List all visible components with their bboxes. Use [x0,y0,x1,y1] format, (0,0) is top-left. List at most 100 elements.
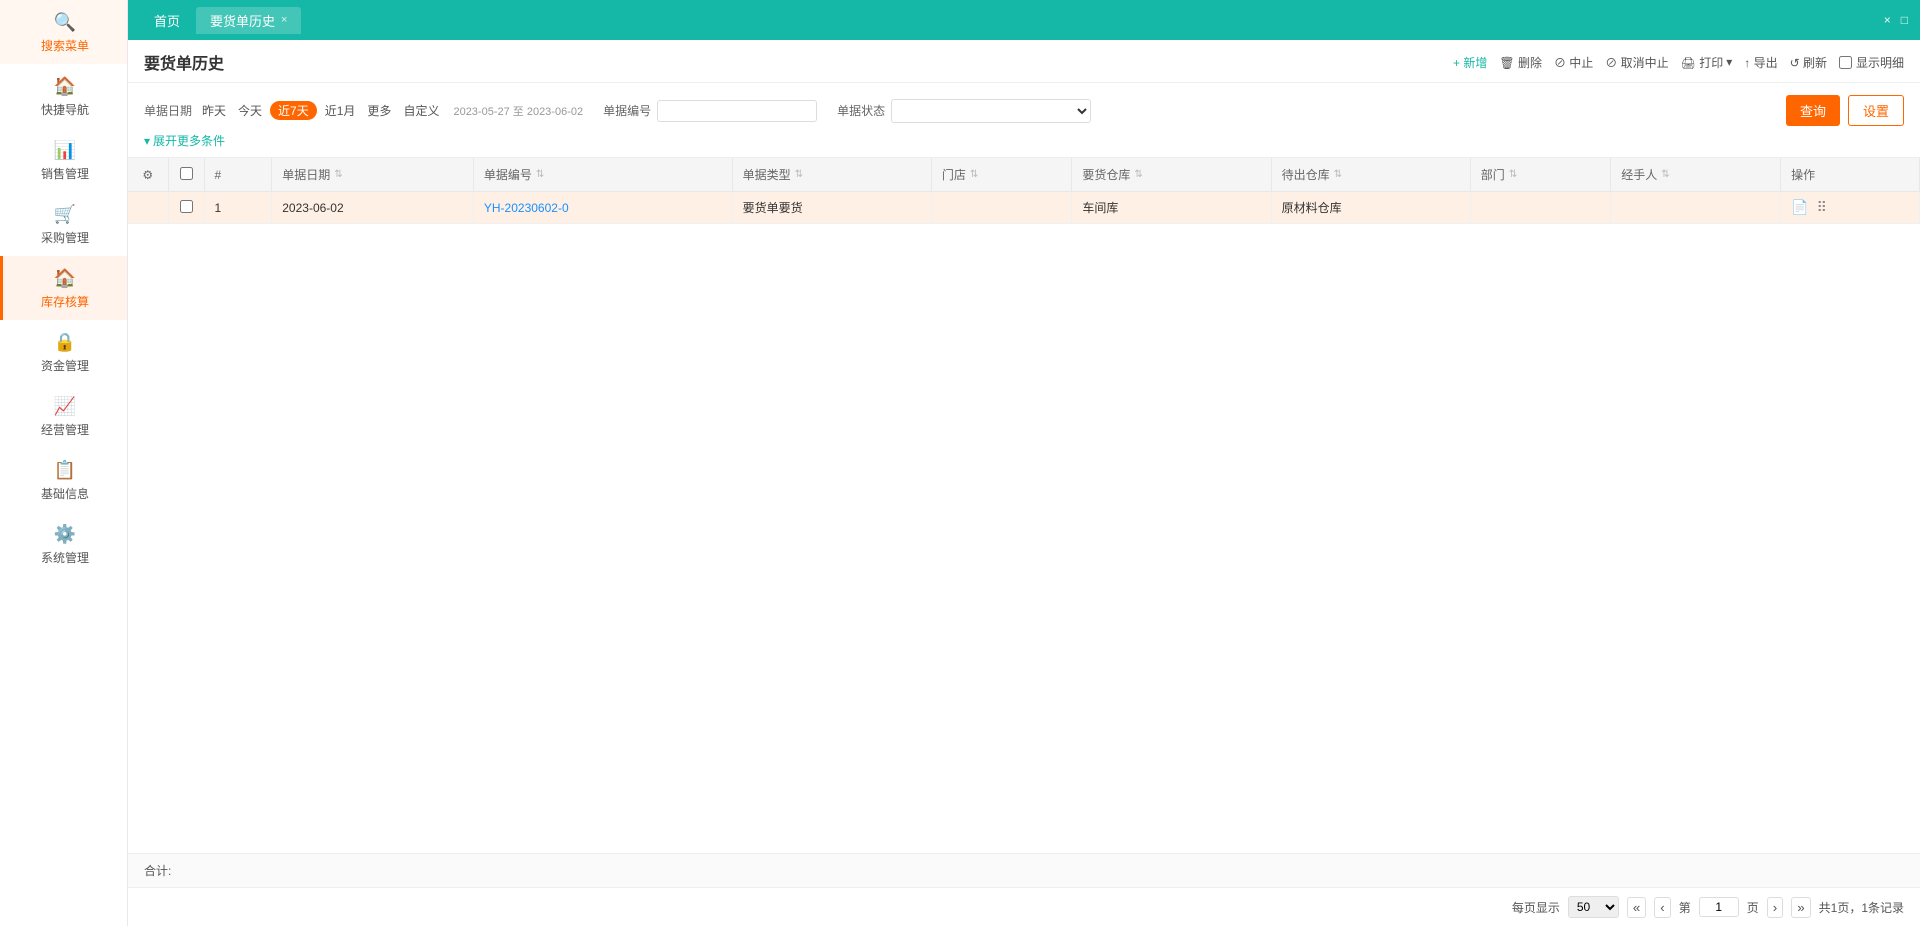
pending-wh-sort-icon[interactable]: ⇅ [1334,169,1342,180]
date-sort-icon[interactable]: ⇅ [334,169,342,180]
date-filter-label: 单据日期 [144,102,192,119]
row-handler [1611,192,1781,224]
sidebar-item-search[interactable]: 🔍 搜索菜单 [0,0,127,64]
date-tab-yesterday[interactable]: 昨天 [198,101,230,120]
table-area: ⚙ # 单据日期⇅ 单据编号⇅ 单据类型⇅ [128,158,1920,853]
row-doctype: 要货单要货 [732,192,931,224]
docno-sort-icon[interactable]: ⇅ [536,169,544,180]
doc-number-filter: 单据编号 [603,100,817,122]
main-area: 首页 要货单历史 × × □ 要货单历史 + 新增 🗑 删除 ⊘ 中止 [128,0,1920,926]
sidebar: 🔍 搜索菜单 🏠 快捷导航 📊 销售管理 🛒 采购管理 🏠 库存核算 🔒 资金管… [0,0,128,926]
doc-number-link[interactable]: YH-20230602-0 [484,201,569,215]
page-header: 要货单历史 + 新增 🗑 删除 ⊘ 中止 ⊘ 取消中止 🖨 打印 ▾ [128,40,1920,83]
chevron-down-icon: ▾ [144,134,150,148]
status-label: 单据状态 [837,102,885,119]
docno-column-header: 单据编号⇅ [473,158,732,192]
date-tabs: 昨天 今天 近7天 近1月 更多 自定义 [198,101,443,120]
view-action-icon[interactable]: 📄 [1791,199,1808,216]
status-filter: 单据状态 [837,99,1091,123]
row-store [931,192,1071,224]
row-checkbox-cell [168,192,204,224]
display-detail-checkbox[interactable]: 显示明细 [1839,54,1904,71]
doc-number-label: 单据编号 [603,102,651,119]
date-tab-today[interactable]: 今天 [234,101,266,120]
operation-column-header: 操作 [1781,158,1920,192]
print-button[interactable]: 🖨 打印 ▾ [1681,54,1733,71]
more-action-icon[interactable]: ⠿ [1817,199,1827,216]
row-actions: 📄 ⠿ [1781,192,1920,224]
operations-icon: 📈 [54,396,76,417]
row-docno: YH-20230602-0 [473,192,732,224]
window-close-icon[interactable]: × [1884,13,1891,27]
system-icon: ⚙️ [54,524,76,545]
pagination-area: 每页显示 50 10 20 100 « ‹ 第 页 › » 共1页，1条记录 [128,887,1920,926]
table-header-row: ⚙ # 单据日期⇅ 单据编号⇅ 单据类型⇅ [128,158,1920,192]
settings-button[interactable]: 设置 [1848,95,1904,126]
num-column-header: # [204,158,272,192]
main-table: ⚙ # 单据日期⇅ 单据编号⇅ 单据类型⇅ [128,158,1920,224]
page-number-input[interactable] [1699,897,1739,917]
req-wh-sort-icon[interactable]: ⇅ [1134,169,1142,180]
export-button[interactable]: ↑ 导出 [1744,54,1777,71]
row-num: 1 [204,192,272,224]
cancel-stop-button[interactable]: ⊘ 取消中止 [1605,54,1668,71]
basic-info-icon: 📋 [54,460,76,481]
select-all-checkbox[interactable] [180,167,193,180]
last-page-button[interactable]: » [1791,897,1810,918]
filter-area: 单据日期 昨天 今天 近7天 近1月 更多 自定义 2023-05-27 至 2… [128,83,1920,158]
sidebar-item-sales[interactable]: 📊 销售管理 [0,128,127,192]
date-tab-custom[interactable]: 自定义 [399,101,443,120]
filter-actions: 查询 设置 [1786,95,1904,126]
date-tab-7days[interactable]: 近7天 [270,101,317,120]
status-select[interactable] [891,99,1091,123]
doc-number-input[interactable] [657,100,817,122]
tab-close-icon[interactable]: × [281,14,287,26]
row-department [1470,192,1610,224]
sidebar-item-purchase[interactable]: 🛒 采购管理 [0,192,127,256]
stop-button[interactable]: ⊘ 中止 [1554,54,1593,71]
home-icon: 🏠 [54,76,76,97]
store-sort-icon[interactable]: ⇅ [970,169,978,180]
date-tab-1month[interactable]: 近1月 [321,101,360,120]
window-minimize-icon[interactable]: □ [1901,13,1908,27]
date-range-display: 2023-05-27 至 2023-06-02 [453,103,583,119]
sidebar-item-quick-nav[interactable]: 🏠 快捷导航 [0,64,127,128]
checkbox-column-header [168,158,204,192]
sidebar-item-inventory[interactable]: 🏠 库存核算 [0,256,127,320]
delete-button[interactable]: 🗑 删除 [1499,54,1542,71]
sidebar-item-finance[interactable]: 🔒 资金管理 [0,320,127,384]
per-page-select[interactable]: 50 10 20 100 [1568,896,1619,918]
page-label: 第 [1679,899,1691,916]
first-page-button[interactable]: « [1627,897,1646,918]
date-tab-more[interactable]: 更多 [363,101,395,120]
add-button[interactable]: + 新增 [1453,54,1487,71]
row-req-warehouse: 车间库 [1072,192,1271,224]
inventory-icon: 🏠 [54,268,76,289]
dept-sort-icon[interactable]: ⇅ [1509,169,1517,180]
date-column-header: 单据日期⇅ [272,158,474,192]
footer-total: 合计: [128,853,1920,887]
req-warehouse-column-header: 要货仓库⇅ [1072,158,1271,192]
expand-more-button[interactable]: ▾ 展开更多条件 [144,132,1904,149]
filter-row: 单据日期 昨天 今天 近7天 近1月 更多 自定义 2023-05-27 至 2… [144,95,1904,126]
tab-current[interactable]: 要货单历史 × [196,7,301,34]
prev-page-button[interactable]: ‹ [1654,897,1670,918]
handler-column-header: 经手人⇅ [1611,158,1781,192]
purchase-icon: 🛒 [54,204,76,225]
doctype-sort-icon[interactable]: ⇅ [795,169,803,180]
per-page-label: 每页显示 [1512,899,1560,916]
handler-sort-icon[interactable]: ⇅ [1661,169,1669,180]
row-checkbox[interactable] [180,200,193,213]
query-button[interactable]: 查询 [1786,95,1840,126]
next-page-button[interactable]: › [1767,897,1783,918]
gear-column-header[interactable]: ⚙ [128,158,168,192]
display-detail-input[interactable] [1839,56,1852,69]
sidebar-item-system[interactable]: ⚙️ 系统管理 [0,512,127,576]
topbar: 首页 要货单历史 × × □ [128,0,1920,40]
page-title: 要货单历史 [144,50,224,74]
sidebar-item-operations[interactable]: 📈 经营管理 [0,384,127,448]
refresh-button[interactable]: ↺ 刷新 [1790,54,1827,71]
sidebar-item-basic-info[interactable]: 📋 基础信息 [0,448,127,512]
date-filter: 单据日期 昨天 今天 近7天 近1月 更多 自定义 2023-05-27 至 2… [144,101,583,120]
tab-home[interactable]: 首页 [140,7,194,34]
